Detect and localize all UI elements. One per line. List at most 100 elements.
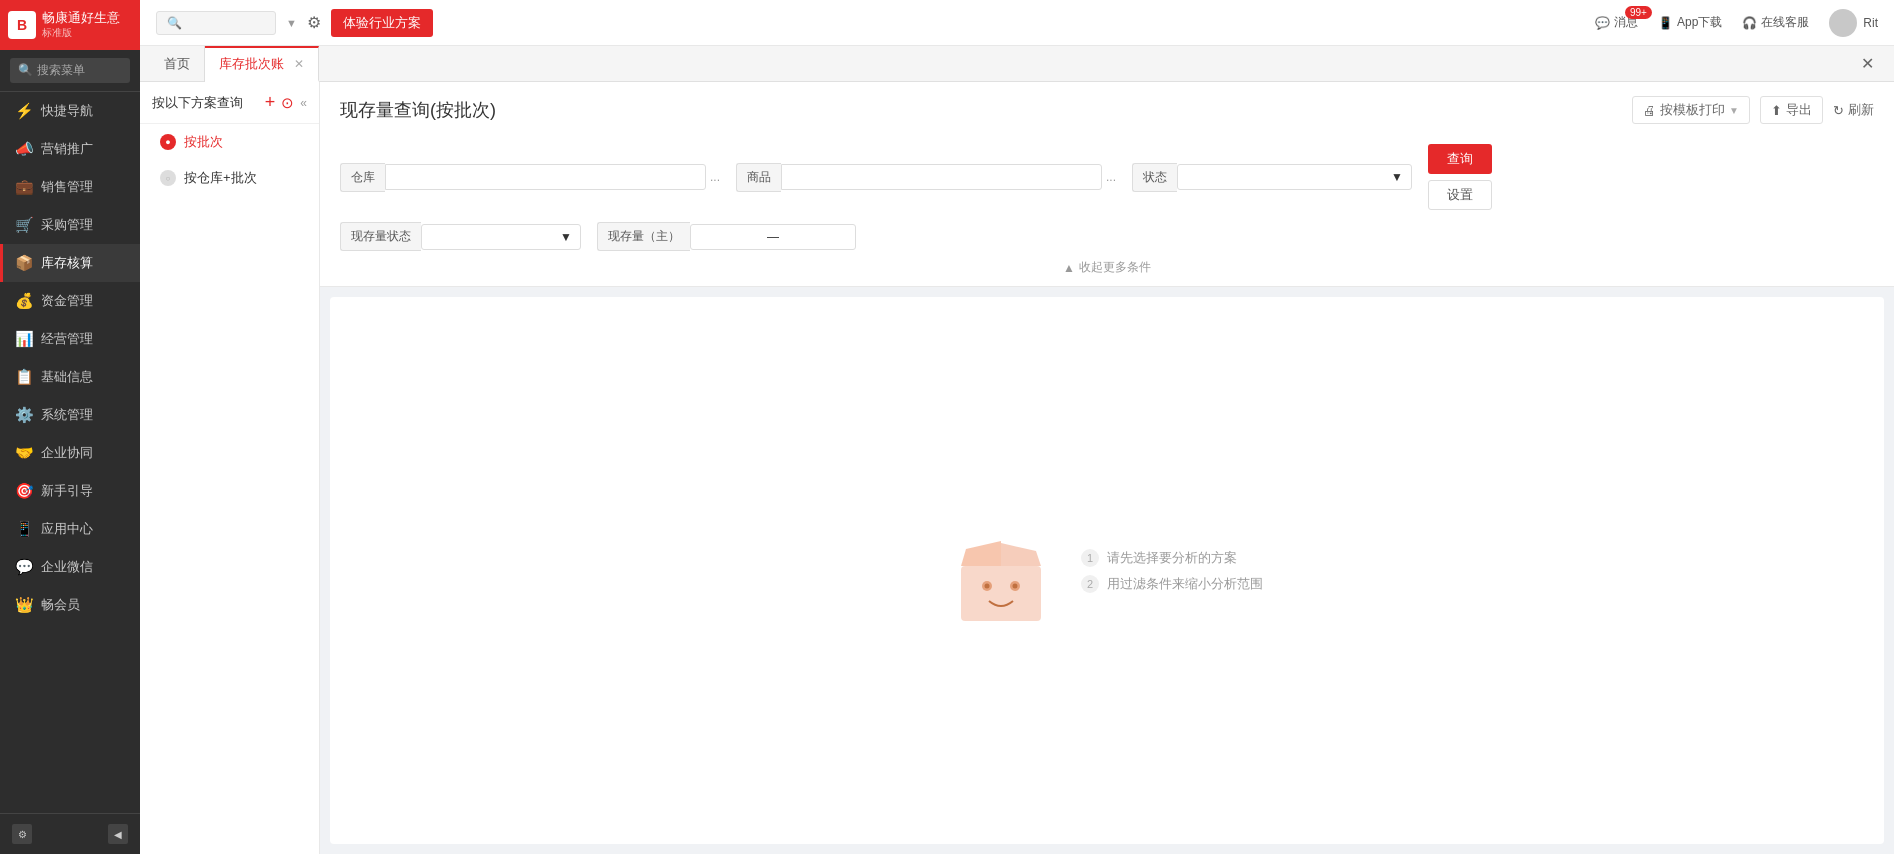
trial-button[interactable]: 体验行业方案 — [331, 9, 433, 37]
avatar — [1829, 9, 1857, 37]
filter-rows: 仓库 ... 商品 ... 状态 — [320, 144, 1894, 286]
tip-num-1: 1 — [1081, 549, 1099, 567]
sidebar-item-label: 库存核算 — [41, 254, 93, 272]
tab-close-icon[interactable]: ✕ — [294, 57, 304, 71]
online-service-btn[interactable]: 🎧 在线客服 — [1742, 14, 1809, 31]
sidebar-search-btn[interactable]: 🔍 搜索菜单 — [10, 58, 130, 83]
sidebar-nav: ⚡ 快捷导航 📣 营销推广 💼 销售管理 🛒 采购管理 📦 库存核算 💰 资金管… — [0, 92, 140, 813]
sidebar-item-label: 基础信息 — [41, 368, 93, 386]
messages-badge: 99+ — [1625, 6, 1652, 19]
print-dropdown-icon[interactable]: ▼ — [1729, 105, 1739, 116]
inventory-status-filter: 现存量状态 ▼ — [340, 222, 581, 251]
settings-footer-btn[interactable]: ⚙ — [12, 824, 32, 844]
sidebar-item-system[interactable]: ⚙️ 系统管理 — [0, 396, 140, 434]
sidebar-item-marketing[interactable]: 📣 营销推广 — [0, 130, 140, 168]
sidebar-item-label: 系统管理 — [41, 406, 93, 424]
topbar-search[interactable]: 🔍 — [156, 11, 276, 35]
export-btn[interactable]: ⬆ 导出 — [1760, 96, 1823, 124]
topbar-dropdown-icon[interactable]: ▼ — [286, 17, 297, 29]
sidebar-item-label: 营销推广 — [41, 140, 93, 158]
inv-qty-to[interactable] — [787, 230, 847, 244]
export-icon: ⬆ — [1771, 103, 1782, 118]
collapse-sidebar-btn[interactable]: ◀ — [108, 824, 128, 844]
tip-text-2: 用过滤条件来缩小分析范围 — [1107, 575, 1263, 593]
product-dots[interactable]: ... — [1106, 170, 1116, 184]
inv-qty-label: 现存量（主） — [597, 222, 690, 251]
scheme-by-warehouse-batch[interactable]: ○ 按仓库+批次 — [140, 160, 319, 196]
tab-close-all-btn[interactable]: ✕ — [1851, 54, 1884, 73]
basic-icon: 📋 — [15, 368, 33, 386]
print-btn[interactable]: 🖨 按模板打印 ▼ — [1632, 96, 1750, 124]
newbie-icon: 🎯 — [15, 482, 33, 500]
scheme-by-batch[interactable]: ● 按批次 — [140, 124, 319, 160]
main-area: 🔍 ▼ ⚙ 体验行业方案 💬 消息 99+ 📱 App下载 🎧 在线客服 Rit — [140, 0, 1894, 854]
scheme-dot-batch: ● — [160, 134, 176, 150]
tab-batch[interactable]: 库存批次账 ✕ — [205, 46, 319, 82]
sidebar-item-inventory[interactable]: 📦 库存核算 — [0, 244, 140, 282]
sidebar-item-newbie[interactable]: 🎯 新手引导 — [0, 472, 140, 510]
tip-text-1: 请先选择要分析的方案 — [1107, 549, 1237, 567]
status-select[interactable]: ▼ — [1177, 164, 1412, 190]
finance-icon: 💰 — [15, 292, 33, 310]
warehouse-input[interactable] — [385, 164, 706, 190]
refresh-icon: ↻ — [1833, 103, 1844, 118]
main-panel: 现存量查询(按批次) 🖨 按模板打印 ▼ ⬆ 导出 ↻ — [320, 82, 1894, 854]
inv-qty-from[interactable] — [699, 230, 759, 244]
page-actions: 🖨 按模板打印 ▼ ⬆ 导出 ↻ 刷新 — [1632, 96, 1874, 124]
left-panel-title: 按以下方案查询 — [152, 94, 243, 112]
product-filter: 商品 ... — [736, 163, 1116, 192]
tab-batch-label: 库存批次账 — [219, 55, 284, 73]
scheme-dot-warehouse: ○ — [160, 170, 176, 186]
query-button[interactable]: 查询 — [1428, 144, 1492, 174]
inv-qty-dash: — — [767, 230, 779, 244]
app-download-btn[interactable]: 📱 App下载 — [1658, 14, 1722, 31]
sidebar-item-shortcut[interactable]: ⚡ 快捷导航 — [0, 92, 140, 130]
svg-point-6 — [1013, 583, 1018, 588]
inv-status-select[interactable]: ▼ — [421, 224, 581, 250]
svg-marker-2 — [1001, 543, 1041, 566]
member-icon: 👑 — [15, 596, 33, 614]
sidebar-version: 标准版 — [42, 26, 120, 40]
purchase-icon: 🛒 — [15, 216, 33, 234]
sidebar-item-finance[interactable]: 💰 资金管理 — [0, 282, 140, 320]
refresh-btn[interactable]: ↻ 刷新 — [1833, 101, 1874, 119]
sidebar-item-member[interactable]: 👑 畅会员 — [0, 586, 140, 624]
warehouse-label: 仓库 — [340, 163, 385, 192]
tip-num-2: 2 — [1081, 575, 1099, 593]
user-menu-btn[interactable]: Rit — [1829, 9, 1878, 37]
sidebar-item-appstore[interactable]: 📱 应用中心 — [0, 510, 140, 548]
sidebar-item-label: 企业微信 — [41, 558, 93, 576]
topbar-gear-icon[interactable]: ⚙ — [307, 13, 321, 32]
warehouse-dots[interactable]: ... — [710, 170, 720, 184]
phone-icon: 📱 — [1658, 16, 1673, 30]
topbar-right: 💬 消息 99+ 📱 App下载 🎧 在线客服 Rit — [1595, 9, 1878, 37]
scheme-settings-btn[interactable]: ⊙ — [281, 94, 294, 112]
collapse-panel-btn[interactable]: « — [300, 96, 307, 110]
warehouse-filter: 仓库 ... — [340, 163, 720, 192]
sales-icon: 💼 — [15, 178, 33, 196]
sidebar-item-operations[interactable]: 📊 经营管理 — [0, 320, 140, 358]
system-icon: ⚙️ — [15, 406, 33, 424]
sidebar-item-label: 资金管理 — [41, 292, 93, 310]
sidebar-brand: 畅康通好生意 标准版 — [42, 10, 120, 40]
sidebar-item-purchase[interactable]: 🛒 采购管理 — [0, 206, 140, 244]
product-input[interactable] — [781, 164, 1102, 190]
messages-btn[interactable]: 💬 消息 99+ — [1595, 14, 1638, 31]
sidebar-item-sales[interactable]: 💼 销售管理 — [0, 168, 140, 206]
sidebar: B 畅康通好生意 标准版 🔍 搜索菜单 ⚡ 快捷导航 📣 营销推广 💼 销售管理… — [0, 0, 140, 854]
settings-button[interactable]: 设置 — [1428, 180, 1492, 210]
sidebar-item-wechat[interactable]: 💬 企业微信 — [0, 548, 140, 586]
service-label: 在线客服 — [1761, 14, 1809, 31]
sidebar-item-label: 企业协同 — [41, 444, 93, 462]
sidebar-item-enterprise[interactable]: 🤝 企业协同 — [0, 434, 140, 472]
sidebar-search-area[interactable]: 🔍 搜索菜单 — [0, 50, 140, 92]
sidebar-item-label: 销售管理 — [41, 178, 93, 196]
print-label: 按模板打印 — [1660, 101, 1725, 119]
filter-row-1: 仓库 ... 商品 ... 状态 — [340, 144, 1874, 210]
sidebar-item-basic[interactable]: 📋 基础信息 — [0, 358, 140, 396]
tab-home[interactable]: 首页 — [150, 46, 205, 82]
collapse-more-btn[interactable]: ▲ 收起更多条件 — [1063, 259, 1151, 276]
add-scheme-btn[interactable]: + — [265, 92, 276, 113]
inv-qty-range[interactable]: — — [690, 224, 856, 250]
action-buttons: 查询 设置 — [1428, 144, 1492, 210]
